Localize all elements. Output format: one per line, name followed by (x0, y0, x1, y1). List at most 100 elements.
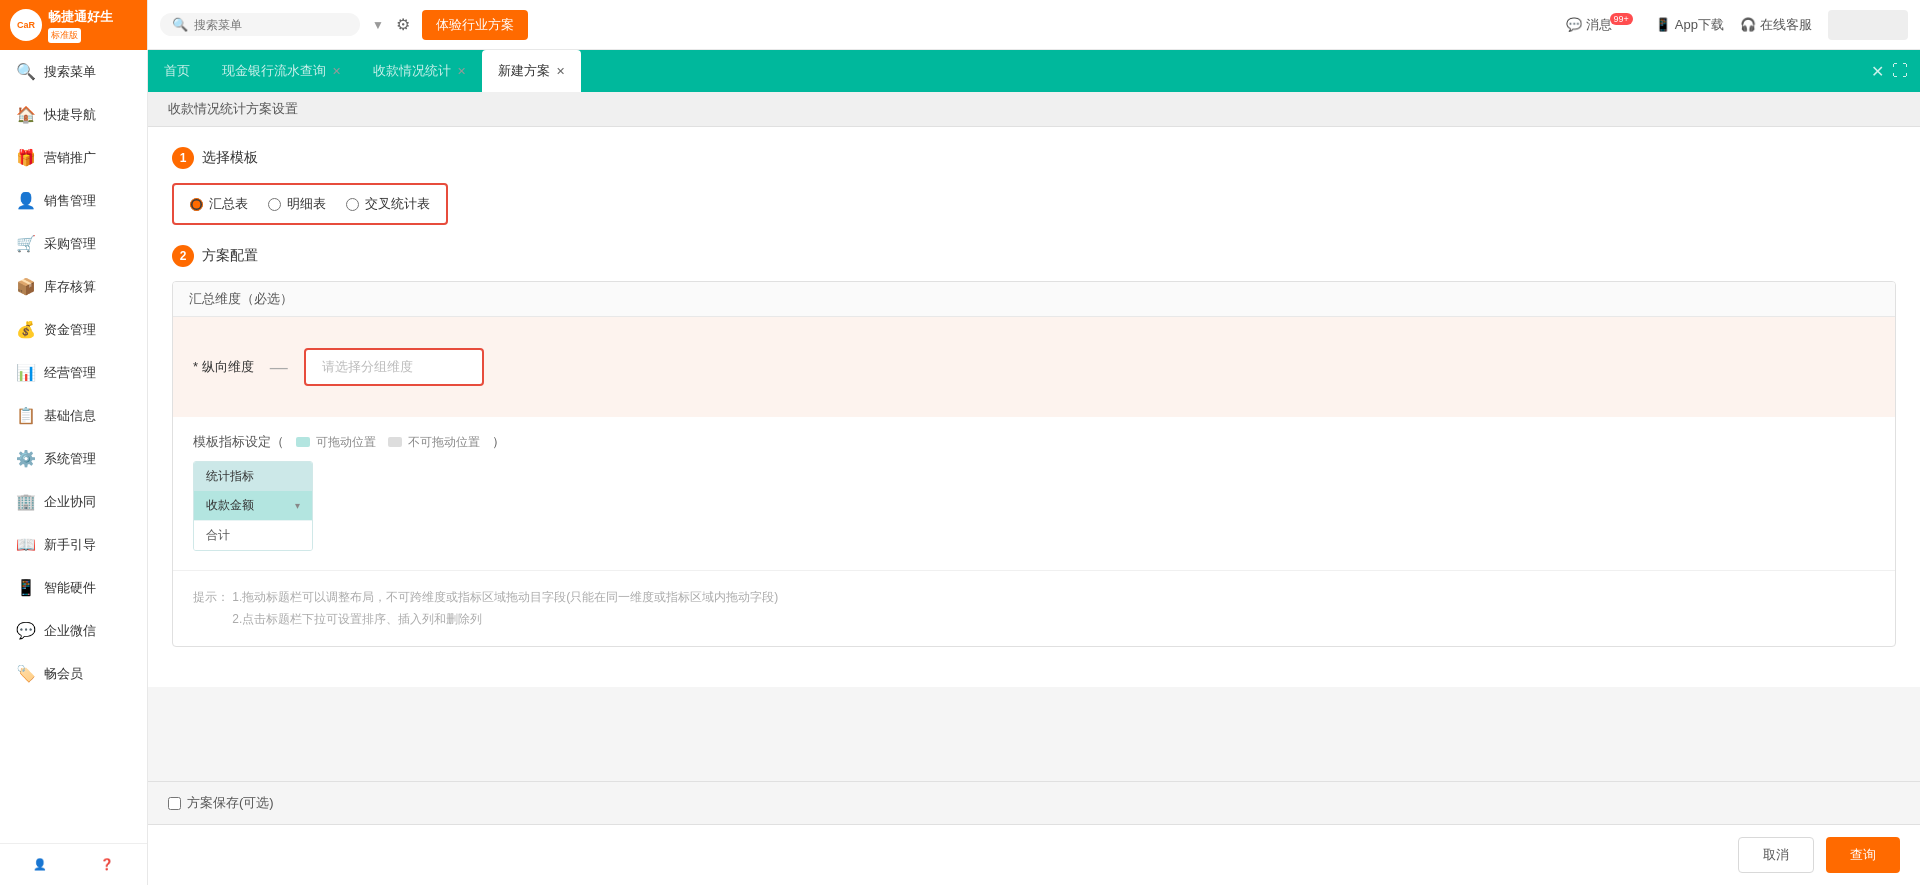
tab-label: 收款情况统计 (373, 62, 451, 80)
movable-dot (296, 437, 310, 447)
cancel-button[interactable]: 取消 (1738, 837, 1814, 873)
sidebar-item-search[interactable]: 🔍 搜索菜单 (0, 50, 147, 93)
sidebar-item-inventory[interactable]: 📦 库存核算 (0, 265, 147, 308)
search-icon: 🔍 (172, 17, 188, 32)
sidebar-item-newbie[interactable]: 📖 新手引导 (0, 523, 147, 566)
step1-section: 1 选择模板 汇总表 明细表 (172, 147, 1896, 225)
stats-row-label: 合计 (206, 528, 230, 542)
template-radio-cross[interactable] (346, 198, 359, 211)
sales-icon: 👤 (16, 191, 36, 210)
fixed-dot (388, 437, 402, 447)
industry-btn[interactable]: 体验行业方案 (422, 10, 528, 40)
sidebar-item-purchase[interactable]: 🛒 采购管理 (0, 222, 147, 265)
search-dropdown-arrow[interactable]: ▼ (372, 18, 384, 32)
template-box: 汇总表 明细表 交叉统计表 (172, 183, 448, 225)
content-inner: 收款情况统计方案设置 1 选择模板 汇总表 (148, 92, 1920, 781)
sidebar-item-marketing[interactable]: 🎁 营销推广 (0, 136, 147, 179)
legend-fixed-label: 不可拖动位置 (408, 434, 480, 451)
window-maximize-btn[interactable]: ⛶ (1892, 62, 1908, 80)
enterprise-wechat-icon: 💬 (16, 621, 36, 640)
system-icon: ⚙️ (16, 449, 36, 468)
newbie-icon: 📖 (16, 535, 36, 554)
notification-btn[interactable]: 💬 消息 99+ (1566, 16, 1639, 34)
step2-section: 2 方案配置 汇总维度（必选） * 纵向维度 — (172, 245, 1896, 647)
topbar-search-box[interactable]: 🔍 (160, 13, 360, 36)
sidebar-item-label: 系统管理 (44, 450, 96, 468)
sidebar-item-label: 企业微信 (44, 622, 96, 640)
member-icon: 🏷️ (16, 664, 36, 683)
template-option-detail[interactable]: 明细表 (268, 195, 326, 213)
enterprise-coop-icon: 🏢 (16, 492, 36, 511)
notification-badge: 99+ (1610, 13, 1633, 25)
hints-section: 提示： 1.拖动标题栏可以调整布局，不可跨维度或指标区域拖动目字段(只能在同一维… (173, 570, 1895, 646)
tab-home[interactable]: 首页 (148, 50, 206, 92)
template-option-summary[interactable]: 汇总表 (190, 195, 248, 213)
sidebar-item-system[interactable]: ⚙️ 系统管理 (0, 437, 147, 480)
stats-table: 统计指标 收款金额 ▾ 合计 (193, 461, 313, 551)
sidebar-item-sales[interactable]: 👤 销售管理 (0, 179, 147, 222)
tab-new-plan[interactable]: 新建方案 ✕ (482, 50, 581, 92)
tab-label: 首页 (164, 62, 190, 80)
marketing-icon: 🎁 (16, 148, 36, 167)
page-footer: 方案保存(可选) (148, 781, 1920, 824)
dimension-area: * 纵向维度 — 请选择分组维度 (173, 317, 1895, 417)
tab-label: 新建方案 (498, 62, 550, 80)
app-download-btn[interactable]: 📱 App下载 (1655, 16, 1724, 34)
gear-icon[interactable]: ⚙ (396, 15, 410, 34)
step2-title: 方案配置 (202, 247, 258, 265)
tab-close-icon[interactable]: ✕ (332, 65, 341, 78)
sidebar-footer-help[interactable]: ❓ (76, 852, 140, 877)
sidebar-item-enterprise-wechat[interactable]: 💬 企业微信 (0, 609, 147, 652)
sidebar-item-label: 智能硬件 (44, 579, 96, 597)
tab-close-icon[interactable]: ✕ (457, 65, 466, 78)
user-avatar-area (1828, 10, 1908, 40)
vertical-dim-label: * 纵向维度 (193, 358, 254, 376)
save-label: 方案保存(可选) (187, 794, 274, 812)
template-radio-summary[interactable] (190, 198, 203, 211)
sidebar-footer: 👤 ❓ (0, 843, 147, 885)
dimension-section-title: 汇总维度（必选） (189, 291, 293, 306)
sidebar-item-quick-nav[interactable]: 🏠 快捷导航 (0, 93, 147, 136)
tab-close-icon[interactable]: ✕ (556, 65, 565, 78)
tab-window-btns: ✕ ⛶ (1871, 62, 1920, 81)
tab-cashflow[interactable]: 现金银行流水查询 ✕ (206, 50, 357, 92)
template-label-detail: 明细表 (287, 195, 326, 213)
stats-col-row[interactable]: 收款金额 ▾ (194, 491, 312, 520)
step2-header: 2 方案配置 (172, 245, 1896, 267)
stats-col-chevron[interactable]: ▾ (295, 500, 300, 511)
operations-icon: 📊 (16, 363, 36, 382)
legend-movable: 可拖动位置 (296, 434, 376, 451)
basic-info-icon: 📋 (16, 406, 36, 425)
indicator-settings: 模板指标设定（ 可拖动位置 不可拖动位置 ） (173, 417, 1895, 570)
dimension-select[interactable]: 请选择分组维度 (304, 348, 484, 386)
legend-fixed: 不可拖动位置 (388, 434, 480, 451)
sidebar-item-finance[interactable]: 💰 资金管理 (0, 308, 147, 351)
sidebar-item-label: 畅会员 (44, 665, 83, 683)
sidebar-item-operations[interactable]: 📊 经营管理 (0, 351, 147, 394)
hint2: 提示： 2.点击标题栏下拉可设置排序、插入列和删除列 (193, 609, 1875, 631)
sidebar-item-smart-hardware[interactable]: 📱 智能硬件 (0, 566, 147, 609)
stats-col-label: 收款金额 (206, 497, 254, 514)
stats-header-label: 统计指标 (206, 468, 254, 485)
sidebar-item-label: 采购管理 (44, 235, 96, 253)
query-button[interactable]: 查询 (1826, 837, 1900, 873)
template-option-cross[interactable]: 交叉统计表 (346, 195, 430, 213)
save-checkbox[interactable] (168, 797, 181, 810)
step1-title: 选择模板 (202, 149, 258, 167)
config-section: 汇总维度（必选） * 纵向维度 — 请选择分组维度 (172, 281, 1896, 647)
sidebar-item-member[interactable]: 🏷️ 畅会员 (0, 652, 147, 695)
sidebar-item-basic-info[interactable]: 📋 基础信息 (0, 394, 147, 437)
tab-receivable[interactable]: 收款情况统计 ✕ (357, 50, 482, 92)
search-input[interactable] (194, 18, 334, 32)
sidebar-footer-user[interactable]: 👤 (8, 852, 72, 877)
sidebar-item-enterprise-coop[interactable]: 🏢 企业协同 (0, 480, 147, 523)
home-icon: 🏠 (16, 105, 36, 124)
indicator-legend-close: ） (492, 433, 505, 451)
window-close-btn[interactable]: ✕ (1871, 62, 1884, 81)
bottom-bar: 取消 查询 (148, 824, 1920, 885)
stats-total-row: 合计 (194, 520, 312, 550)
online-service-btn[interactable]: 🎧 在线客服 (1740, 16, 1812, 34)
tab-label: 现金银行流水查询 (222, 62, 326, 80)
template-radio-detail[interactable] (268, 198, 281, 211)
save-option[interactable]: 方案保存(可选) (168, 794, 274, 812)
